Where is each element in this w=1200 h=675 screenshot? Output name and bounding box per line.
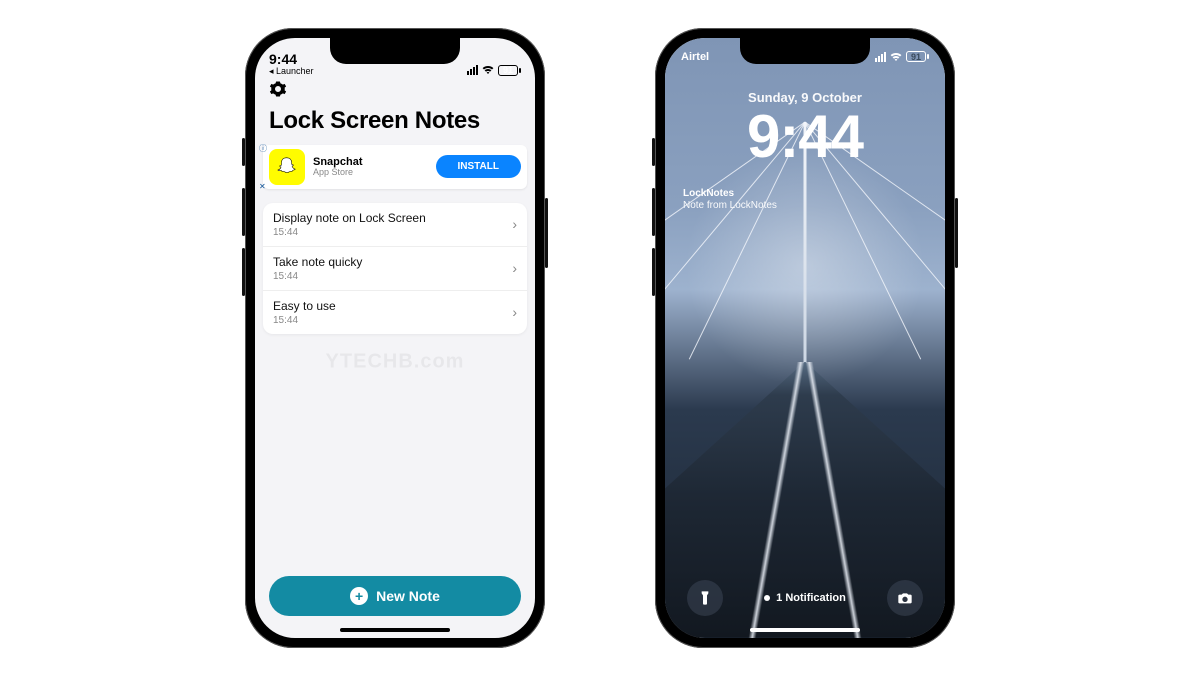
ad-app-name: Snapchat bbox=[313, 156, 428, 168]
camera-button[interactable] bbox=[887, 580, 923, 616]
note-row[interactable]: Easy to use 15:44 › bbox=[263, 291, 527, 334]
ad-app-icon bbox=[269, 149, 305, 185]
snapchat-ghost-icon bbox=[276, 156, 298, 178]
chevron-right-icon: › bbox=[512, 304, 517, 320]
phone-right: Airtel 91 Sunday, 9 October 9:44 LockNot… bbox=[655, 28, 955, 648]
screen-lockscreen: Airtel 91 Sunday, 9 October 9:44 LockNot… bbox=[665, 38, 945, 638]
carrier-label: Airtel bbox=[681, 51, 709, 63]
note-title: Display note on Lock Screen bbox=[273, 211, 426, 225]
wifi-icon bbox=[482, 65, 494, 75]
status-time: 9:44 bbox=[269, 52, 314, 66]
ad-info-icon[interactable]: ⓘ bbox=[259, 143, 267, 154]
plus-icon: + bbox=[350, 587, 368, 605]
status-right-cluster: 91 bbox=[467, 65, 521, 76]
notch bbox=[330, 38, 460, 64]
note-title: Take note quicky bbox=[273, 255, 362, 269]
note-time: 15:44 bbox=[273, 271, 362, 282]
lockscreen-widget[interactable]: LockNotes Note from LockNotes bbox=[683, 188, 777, 213]
lockscreen-date: Sunday, 9 October bbox=[665, 90, 945, 105]
lockscreen-clock: Sunday, 9 October 9:44 bbox=[665, 90, 945, 167]
comparison-stage: 9:44 ◂ Launcher 91 Lock Screen Notes ⓘ ✕ bbox=[0, 0, 1200, 675]
wifi-icon bbox=[890, 52, 902, 62]
phone-left: 9:44 ◂ Launcher 91 Lock Screen Notes ⓘ ✕ bbox=[245, 28, 545, 648]
install-button[interactable]: INSTALL bbox=[436, 155, 521, 178]
widget-body: Note from LockNotes bbox=[683, 200, 777, 213]
chevron-right-icon: › bbox=[512, 260, 517, 276]
screen-app: 9:44 ◂ Launcher 91 Lock Screen Notes ⓘ ✕ bbox=[255, 38, 535, 638]
cellular-icon bbox=[875, 52, 886, 62]
watermark: YTECHB.com bbox=[326, 350, 465, 373]
widget-title: LockNotes bbox=[683, 188, 777, 201]
lockscreen-bottom-bar: 1 Notification bbox=[665, 580, 945, 616]
new-note-label: New Note bbox=[376, 588, 440, 604]
notification-summary[interactable]: 1 Notification bbox=[764, 592, 846, 604]
note-row[interactable]: Take note quicky 15:44 › bbox=[263, 247, 527, 291]
note-time: 15:44 bbox=[273, 315, 336, 326]
gear-icon[interactable] bbox=[269, 80, 287, 98]
notification-label: 1 Notification bbox=[776, 592, 846, 604]
chevron-right-icon: › bbox=[512, 216, 517, 232]
flashlight-icon bbox=[697, 590, 713, 606]
app-header: Lock Screen Notes bbox=[255, 76, 535, 141]
cellular-icon bbox=[467, 65, 478, 75]
status-back-to-app[interactable]: ◂ Launcher bbox=[269, 67, 314, 76]
flashlight-button[interactable] bbox=[687, 580, 723, 616]
page-title: Lock Screen Notes bbox=[269, 107, 521, 135]
dot-icon bbox=[764, 595, 770, 601]
notes-list: Display note on Lock Screen 15:44 › Take… bbox=[263, 203, 527, 334]
lockscreen-time: 9:44 bbox=[665, 107, 945, 167]
ad-close-icon[interactable]: ✕ bbox=[259, 182, 266, 191]
battery-icon: 91 bbox=[498, 65, 521, 76]
notch bbox=[740, 38, 870, 64]
home-indicator[interactable] bbox=[340, 628, 450, 632]
ad-banner[interactable]: ⓘ ✕ Snapchat App Store INSTALL bbox=[263, 145, 527, 189]
battery-icon: 91 bbox=[906, 51, 929, 62]
note-row[interactable]: Display note on Lock Screen 15:44 › bbox=[263, 203, 527, 247]
camera-icon bbox=[897, 590, 913, 606]
note-title: Easy to use bbox=[273, 299, 336, 313]
ad-text: Snapchat App Store bbox=[313, 156, 428, 178]
status-right-cluster: 91 bbox=[875, 51, 929, 62]
ad-app-source: App Store bbox=[313, 168, 428, 178]
new-note-button[interactable]: + New Note bbox=[269, 576, 521, 616]
note-time: 15:44 bbox=[273, 227, 426, 238]
home-indicator[interactable] bbox=[750, 628, 860, 632]
